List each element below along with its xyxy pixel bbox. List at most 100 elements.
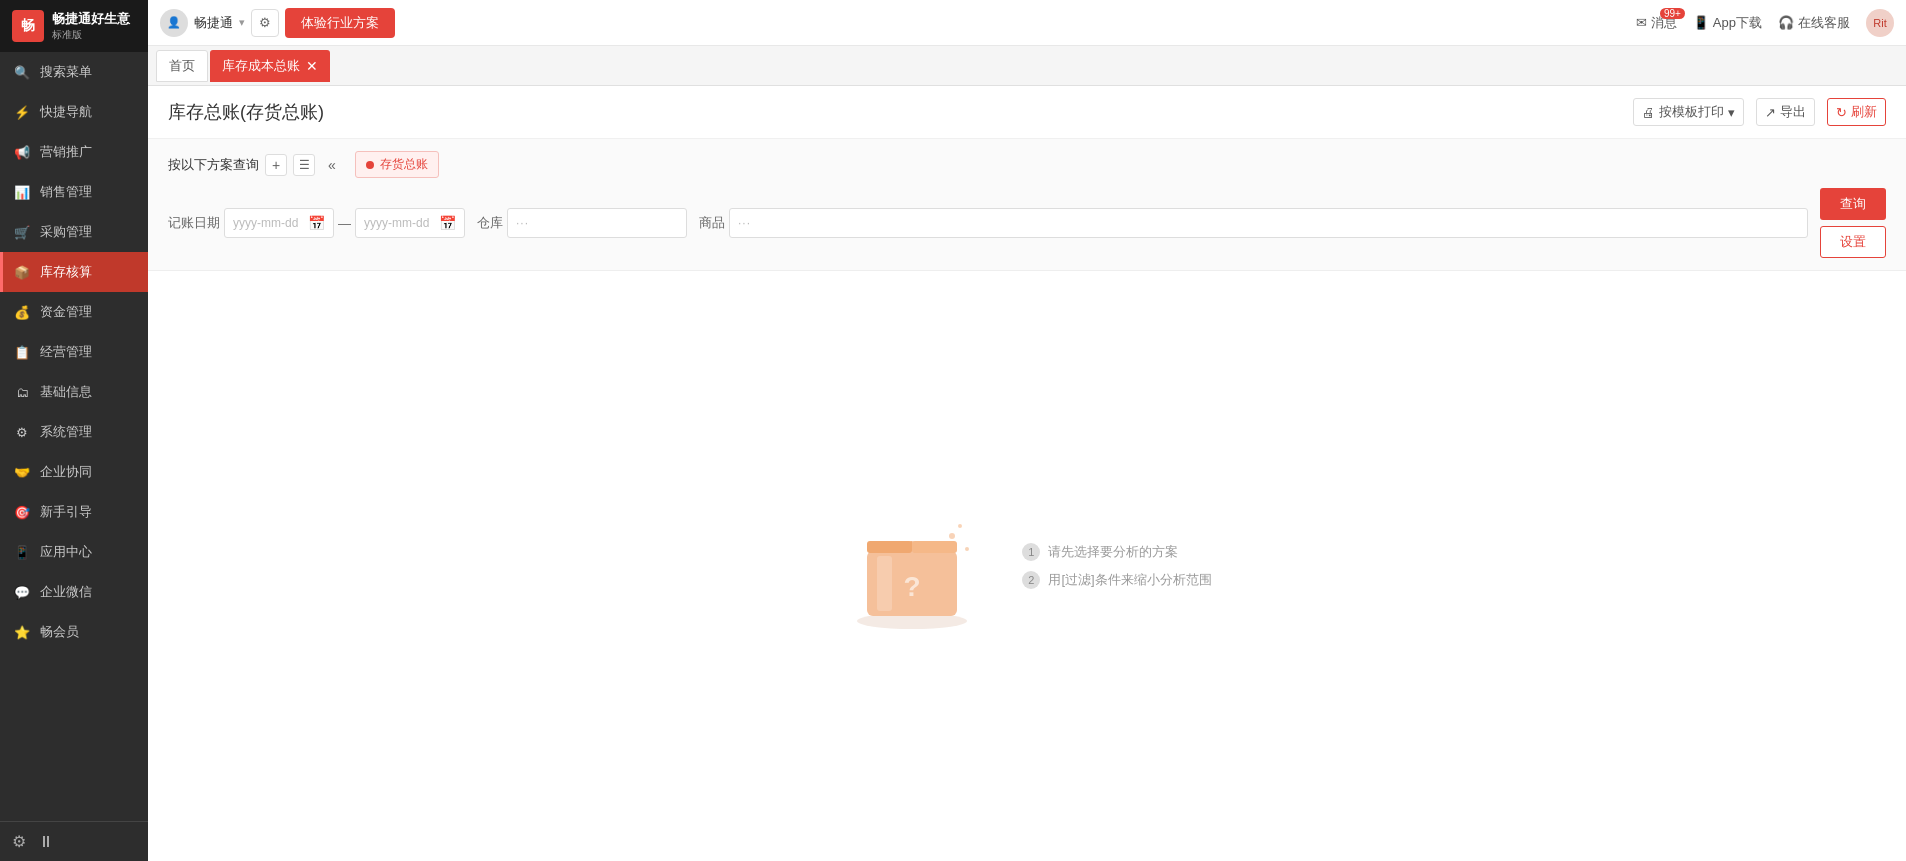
product-placeholder: ···	[738, 216, 751, 230]
warehouse-field-group: 仓库 ···	[477, 208, 687, 238]
empty-svg-illustration: ?	[842, 501, 982, 631]
scheme-dot-icon	[366, 161, 374, 169]
empty-illustration: ?	[842, 501, 982, 631]
sidebar-item-label: 应用中心	[40, 543, 92, 561]
sidebar-item-label: 经营管理	[40, 343, 92, 361]
svg-rect-4	[867, 541, 912, 553]
step-1-number: 1	[1022, 543, 1040, 561]
operations-icon: 📋	[12, 342, 32, 362]
sidebar-item-inventory[interactable]: 📦 库存核算	[0, 252, 148, 292]
date-start-input[interactable]: yyyy-mm-dd 📅	[224, 208, 334, 238]
refresh-icon: ↻	[1836, 105, 1847, 120]
tab-inventory-cost[interactable]: 库存成本总账 ✕	[210, 50, 330, 82]
headset-icon: 🎧	[1778, 15, 1794, 30]
sidebar-item-label: 采购管理	[40, 223, 92, 241]
message-icon: ✉	[1636, 15, 1647, 30]
sidebar-item-label: 销售管理	[40, 183, 92, 201]
date-field-label: 记账日期	[168, 214, 220, 232]
sidebar-item-finance[interactable]: 💰 资金管理	[0, 292, 148, 332]
print-template-button[interactable]: 🖨 按模板打印 ▾	[1633, 98, 1744, 126]
newguide-icon: 🎯	[12, 502, 32, 522]
calendar-end-icon: 📅	[439, 215, 456, 231]
sidebar-item-cooperation[interactable]: 🤝 企业协同	[0, 452, 148, 492]
empty-text: 1 请先选择要分析的方案 2 用[过滤]条件来缩小分析范围	[1022, 543, 1211, 589]
filter-bar: 按以下方案查询 + ☰ « 存货总账 记账日期 yyyy-mm-dd 📅	[148, 139, 1906, 271]
sidebar-logo: 畅 畅捷通好生意 标准版	[0, 0, 148, 52]
query-button[interactable]: 查询	[1820, 188, 1886, 220]
shortcut-icon: ⚡	[12, 102, 32, 122]
filter-collapse-button[interactable]: «	[321, 154, 343, 176]
sidebar-item-system[interactable]: ⚙ 系统管理	[0, 412, 148, 452]
step-1-text: 请先选择要分析的方案	[1048, 543, 1178, 561]
empty-state: ? 1 请先选择要分析的方案 2 用[过滤]条件来缩小分析范围	[148, 271, 1906, 861]
topbar-settings-button[interactable]: ⚙	[251, 9, 279, 37]
online-service-label: 在线客服	[1798, 14, 1850, 32]
online-service-button[interactable]: 🎧 在线客服	[1778, 14, 1850, 32]
sidebar-item-operations[interactable]: 📋 经营管理	[0, 332, 148, 372]
sidebar-item-sales[interactable]: 📊 销售管理	[0, 172, 148, 212]
svg-text:?: ?	[904, 571, 921, 602]
sidebar-item-appcenter[interactable]: 📱 应用中心	[0, 532, 148, 572]
warehouse-select[interactable]: ···	[507, 208, 687, 238]
search-icon: 🔍	[12, 62, 32, 82]
chevron-down-icon[interactable]: ▾	[239, 16, 245, 29]
refresh-button[interactable]: ↻ 刷新	[1827, 98, 1886, 126]
audio-footer-icon[interactable]: ⏸	[38, 833, 54, 851]
page-header-actions: 🖨 按模板打印 ▾ ↗ 导出 ↻ 刷新	[1633, 98, 1886, 126]
sidebar-item-label: 畅会员	[40, 623, 79, 641]
date-separator: —	[338, 216, 351, 231]
user-initials: Rit	[1873, 17, 1886, 29]
sidebar-item-shortcut[interactable]: ⚡ 快捷导航	[0, 92, 148, 132]
page-area: 库存总账(存货总账) 🖨 按模板打印 ▾ ↗ 导出 ↻ 刷新	[148, 86, 1906, 861]
sidebar-item-wechat[interactable]: 💬 企业微信	[0, 572, 148, 612]
empty-step-1: 1 请先选择要分析的方案	[1022, 543, 1211, 561]
tab-home-label: 首页	[169, 57, 195, 75]
date-end-input[interactable]: yyyy-mm-dd 📅	[355, 208, 465, 238]
messages-button[interactable]: ✉ 消息 99+	[1636, 14, 1677, 32]
logo-icon: 畅	[12, 10, 44, 42]
sidebar-item-basic[interactable]: 🗂 基础信息	[0, 372, 148, 412]
product-select[interactable]: ···	[729, 208, 1808, 238]
filter-scheme-button[interactable]: ☰	[293, 154, 315, 176]
industry-solution-button[interactable]: 体验行业方案	[285, 8, 395, 38]
logo-main: 畅捷通好生意	[52, 11, 130, 28]
sidebar-item-newguide[interactable]: 🎯 新手引导	[0, 492, 148, 532]
tab-close-icon[interactable]: ✕	[306, 59, 318, 73]
svg-rect-6	[877, 556, 892, 611]
sidebar-item-purchase[interactable]: 🛒 采购管理	[0, 212, 148, 252]
page-header: 库存总账(存货总账) 🖨 按模板打印 ▾ ↗ 导出 ↻ 刷新	[148, 86, 1906, 139]
filter-row-2: 记账日期 yyyy-mm-dd 📅 — yyyy-mm-dd 📅 仓库	[168, 188, 1886, 258]
wechat-icon: 💬	[12, 582, 32, 602]
sidebar: 畅 畅捷通好生意 标准版 🔍 搜索菜单 ⚡ 快捷导航 📢 营销推广 📊 销售管理	[0, 0, 148, 861]
tab-home[interactable]: 首页	[156, 50, 208, 82]
sidebar-item-label: 资金管理	[40, 303, 92, 321]
export-label: 导出	[1780, 103, 1806, 121]
printer-icon: 🖨	[1642, 105, 1655, 120]
sidebar-item-label: 搜索菜单	[40, 63, 92, 81]
print-chevron-icon: ▾	[1728, 105, 1735, 120]
settings-footer-icon[interactable]: ⚙	[12, 832, 26, 851]
system-icon: ⚙	[12, 422, 32, 442]
sidebar-item-member[interactable]: ⭐ 畅会员	[0, 612, 148, 652]
export-button[interactable]: ↗ 导出	[1756, 98, 1815, 126]
messages-badge: 99+	[1660, 8, 1685, 19]
marketing-icon: 📢	[12, 142, 32, 162]
sidebar-item-search[interactable]: 🔍 搜索菜单	[0, 52, 148, 92]
date-start-placeholder: yyyy-mm-dd	[233, 216, 304, 230]
appcenter-icon: 📱	[12, 542, 32, 562]
sidebar-item-marketing[interactable]: 📢 营销推广	[0, 132, 148, 172]
sidebar-item-label: 企业协同	[40, 463, 92, 481]
app-download-button[interactable]: 📱 App下载	[1693, 14, 1762, 32]
filter-scheme-tag[interactable]: 存货总账	[355, 151, 439, 178]
purchase-icon: 🛒	[12, 222, 32, 242]
user-avatar-topbar[interactable]: Rit	[1866, 9, 1894, 37]
filter-add-button[interactable]: +	[265, 154, 287, 176]
scheme-tag-label: 存货总账	[380, 156, 428, 173]
filter-settings-button[interactable]: 设置	[1820, 226, 1886, 258]
main-content: 👤 畅捷通 ▾ ⚙ 体验行业方案 ✉ 消息 99+ 📱 App下载 🎧 在线客服	[148, 0, 1906, 861]
warehouse-placeholder: ···	[516, 216, 529, 230]
warehouse-field-label: 仓库	[477, 214, 503, 232]
topbar-right: ✉ 消息 99+ 📱 App下载 🎧 在线客服 Rit	[1636, 9, 1894, 37]
logo-text: 畅捷通好生意 标准版	[52, 11, 130, 41]
svg-point-9	[965, 547, 969, 551]
